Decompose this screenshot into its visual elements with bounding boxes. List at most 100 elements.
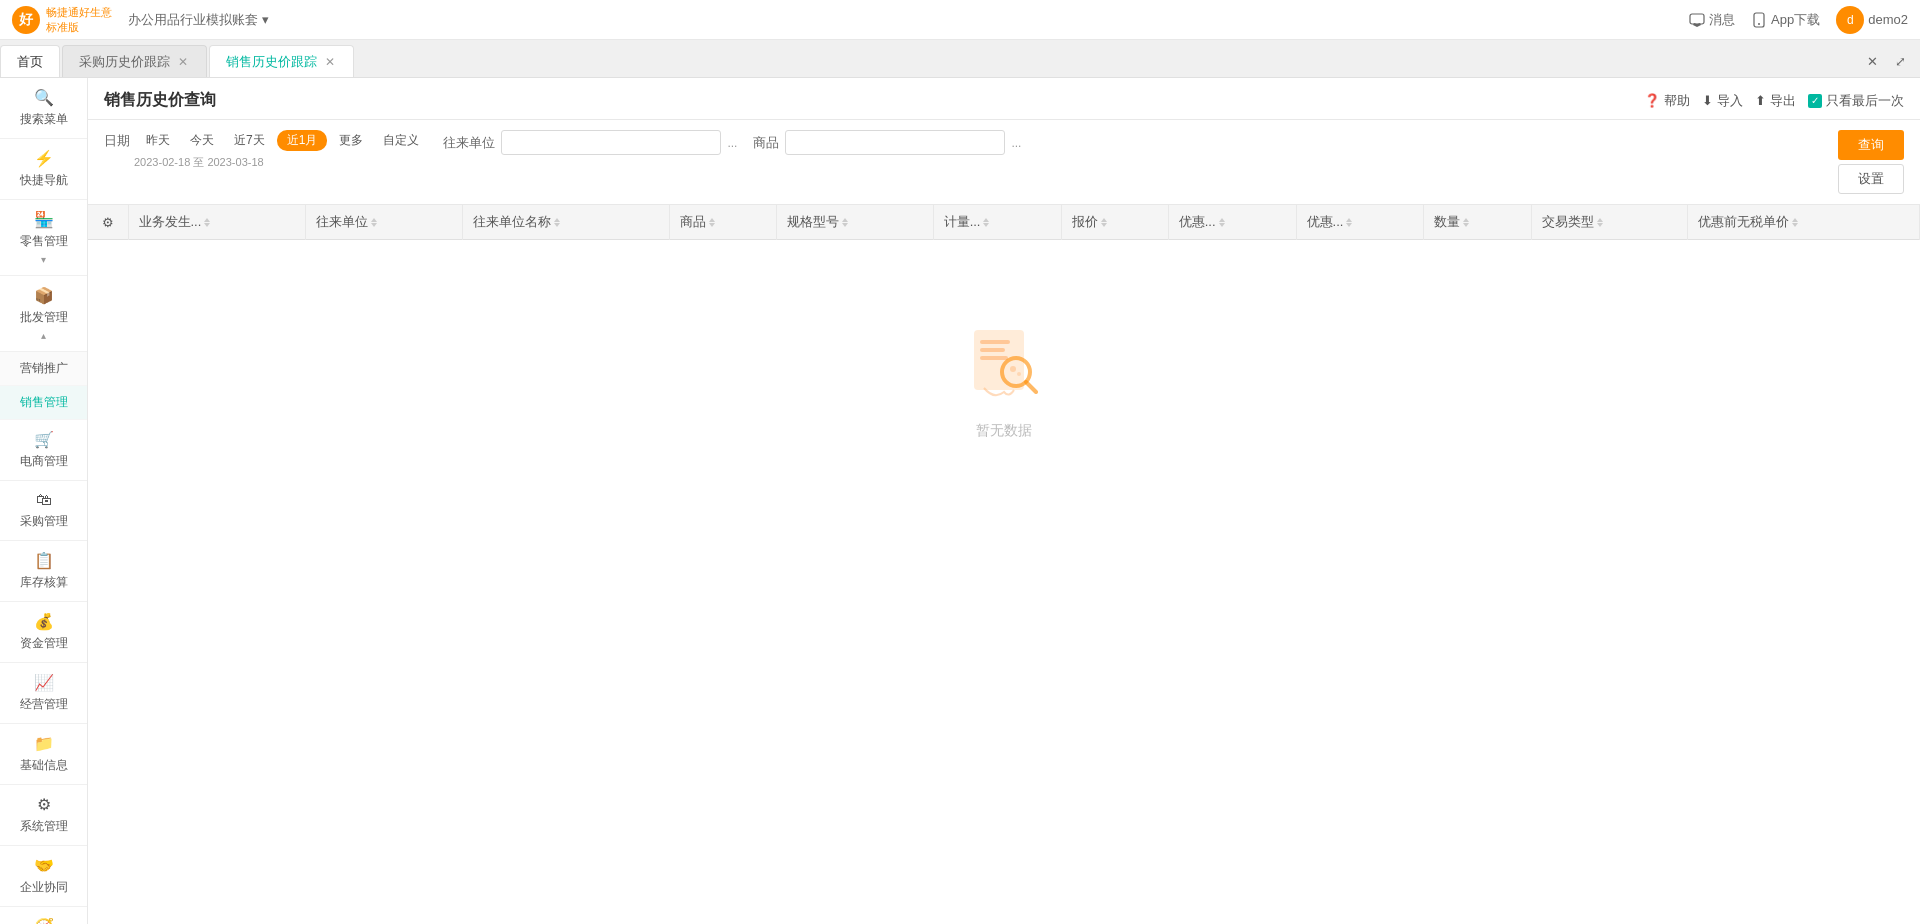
app-download-button[interactable]: App下载 bbox=[1751, 11, 1820, 29]
export-button[interactable]: ⬆ 导出 bbox=[1755, 92, 1796, 110]
date-filter-group: 日期 昨天 今天 近7天 近1月 更多 自定义 2023-02-18 至 202… bbox=[104, 130, 427, 170]
close-purchase-tab-icon[interactable]: ✕ bbox=[176, 55, 190, 69]
sidebar-item-purchase[interactable]: 🛍 采购管理 bbox=[0, 481, 87, 541]
content-area: 销售历史价查询 ❓ 帮助 ⬇ 导入 ⬆ 导出 ✓ 只看最后一次 bbox=[88, 78, 1920, 924]
goods-input[interactable] bbox=[785, 130, 1005, 155]
sidebar-item-retail[interactable]: 🏪 零售管理 ▾ bbox=[0, 200, 87, 276]
search-icon: 🔍 bbox=[34, 88, 54, 107]
import-icon: ⬇ bbox=[1702, 93, 1713, 108]
close-sales-tab-icon[interactable]: ✕ bbox=[323, 55, 337, 69]
date-more-button[interactable]: 更多 bbox=[331, 130, 371, 151]
money-icon: 💰 bbox=[34, 612, 54, 631]
sidebar: 🔍 搜索菜单 ⚡ 快捷导航 🏪 零售管理 ▾ 📦 批发管理 ▴ 营销推广 销售管… bbox=[0, 78, 88, 924]
goods-more-button[interactable]: ... bbox=[1011, 136, 1021, 150]
date-custom-button[interactable]: 自定义 bbox=[375, 130, 427, 151]
sidebar-item-shortcuts[interactable]: ⚡ 快捷导航 bbox=[0, 139, 87, 200]
table-container: ⚙ 业务发生... bbox=[88, 205, 1920, 924]
header-right: 消息 App下载 d demo2 bbox=[1689, 6, 1908, 34]
tab-sales-history[interactable]: 销售历史价跟踪 ✕ bbox=[209, 45, 354, 77]
th-goods[interactable]: 商品 bbox=[669, 205, 776, 240]
tab-bar: 首页 采购历史价跟踪 ✕ 销售历史价跟踪 ✕ ✕ ⤢ bbox=[0, 40, 1920, 78]
page-title: 销售历史价查询 bbox=[104, 90, 216, 111]
customer-more-button[interactable]: ... bbox=[727, 136, 737, 150]
help-button[interactable]: ❓ 帮助 bbox=[1644, 92, 1690, 110]
th-biz-date[interactable]: 业务发生... bbox=[128, 205, 306, 240]
sidebar-item-guide[interactable]: 🧭 新手引导 bbox=[0, 907, 87, 924]
svg-rect-6 bbox=[980, 356, 1008, 360]
sidebar-item-wholesale[interactable]: 📦 批发管理 ▴ bbox=[0, 276, 87, 352]
th-partner-code[interactable]: 往来单位 bbox=[306, 205, 463, 240]
empty-illustration bbox=[954, 320, 1054, 410]
tab-purchase-history[interactable]: 采购历史价跟踪 ✕ bbox=[62, 45, 207, 77]
help-icon: ❓ bbox=[1644, 93, 1660, 108]
query-button[interactable]: 查询 bbox=[1838, 130, 1904, 160]
chevron-down-icon: ▾ bbox=[41, 254, 46, 265]
account-dropdown[interactable]: 办公用品行业模拟账套 ▾ bbox=[120, 11, 277, 29]
store-icon: 🏪 bbox=[34, 210, 54, 229]
logo-area: 好 畅捷通好生意 标准版 bbox=[12, 5, 112, 34]
sidebar-item-marketing[interactable]: 营销推广 bbox=[0, 352, 87, 386]
goods-label: 商品 bbox=[753, 134, 779, 152]
sidebar-item-system[interactable]: ⚙ 系统管理 bbox=[0, 785, 87, 846]
data-table: ⚙ 业务发生... bbox=[88, 205, 1920, 240]
sort-icon bbox=[1792, 218, 1798, 227]
th-discount1[interactable]: 优惠... bbox=[1168, 205, 1296, 240]
customer-label: 往来单位 bbox=[443, 134, 495, 152]
th-quantity[interactable]: 数量 bbox=[1424, 205, 1531, 240]
th-settings[interactable]: ⚙ bbox=[88, 205, 128, 240]
sidebar-item-search[interactable]: 🔍 搜索菜单 bbox=[0, 78, 87, 139]
sort-icon bbox=[204, 218, 210, 227]
cart-icon: 🛒 bbox=[34, 430, 54, 449]
th-trans-type[interactable]: 交易类型 bbox=[1531, 205, 1688, 240]
column-settings-icon[interactable]: ⚙ bbox=[102, 215, 114, 230]
checkbox-checked-icon: ✓ bbox=[1808, 94, 1822, 108]
sidebar-item-ecommerce[interactable]: 🛒 电商管理 bbox=[0, 420, 87, 481]
settings-button[interactable]: 设置 bbox=[1838, 164, 1904, 194]
sort-icon bbox=[983, 218, 989, 227]
filter-area: 日期 昨天 今天 近7天 近1月 更多 自定义 2023-02-18 至 202… bbox=[88, 120, 1920, 205]
only-last-checkbox-label[interactable]: ✓ 只看最后一次 bbox=[1808, 92, 1904, 110]
import-button[interactable]: ⬇ 导入 bbox=[1702, 92, 1743, 110]
svg-point-9 bbox=[1010, 366, 1016, 372]
th-quoted-price[interactable]: 报价 bbox=[1061, 205, 1168, 240]
user-avatar[interactable]: d demo2 bbox=[1836, 6, 1908, 34]
date-quick-buttons: 昨天 今天 近7天 近1月 更多 自定义 bbox=[138, 130, 427, 151]
header-left: 好 畅捷通好生意 标准版 办公用品行业模拟账套 ▾ bbox=[12, 5, 277, 34]
main-layout: 🔍 搜索菜单 ⚡ 快捷导航 🏪 零售管理 ▾ 📦 批发管理 ▴ 营销推广 销售管… bbox=[0, 78, 1920, 924]
sidebar-item-sales-mgmt[interactable]: 销售管理 bbox=[0, 386, 87, 420]
sort-icon bbox=[1597, 218, 1603, 227]
date-1month-button[interactable]: 近1月 bbox=[277, 130, 328, 151]
goods-filter-group: 商品 ... bbox=[753, 130, 1021, 155]
sidebar-item-collaboration[interactable]: 🤝 企业协同 bbox=[0, 846, 87, 907]
chevron-down-icon: ▾ bbox=[262, 12, 269, 27]
tab-home[interactable]: 首页 bbox=[0, 45, 60, 77]
date-filter-row: 日期 昨天 今天 近7天 近1月 更多 自定义 bbox=[104, 130, 427, 151]
date-yesterday-button[interactable]: 昨天 bbox=[138, 130, 178, 151]
sort-icon bbox=[1346, 218, 1352, 227]
th-spec[interactable]: 规格型号 bbox=[776, 205, 933, 240]
sidebar-item-finance[interactable]: 💰 资金管理 bbox=[0, 602, 87, 663]
th-pre-tax-price[interactable]: 优惠前无税单价 bbox=[1688, 205, 1920, 240]
message-button[interactable]: 消息 bbox=[1689, 11, 1735, 29]
date-7days-button[interactable]: 近7天 bbox=[226, 130, 273, 151]
folder-icon: 📁 bbox=[34, 734, 54, 753]
th-discount2[interactable]: 优惠... bbox=[1296, 205, 1424, 240]
sort-icon bbox=[1463, 218, 1469, 227]
th-partner-name[interactable]: 往来单位名称 bbox=[463, 205, 670, 240]
compass-icon: 🧭 bbox=[34, 917, 54, 924]
purchase-icon: 🛍 bbox=[36, 491, 52, 509]
sidebar-item-basic-info[interactable]: 📁 基础信息 bbox=[0, 724, 87, 785]
maximize-button[interactable]: ⤢ bbox=[1888, 49, 1912, 73]
sidebar-item-operations[interactable]: 📈 经营管理 bbox=[0, 663, 87, 724]
sidebar-item-inventory[interactable]: 📋 库存核算 bbox=[0, 541, 87, 602]
svg-point-2 bbox=[1758, 23, 1760, 25]
svg-point-10 bbox=[1017, 372, 1021, 376]
date-today-button[interactable]: 今天 bbox=[182, 130, 222, 151]
close-all-tabs-button[interactable]: ✕ bbox=[1860, 49, 1884, 73]
sort-icon bbox=[1219, 218, 1225, 227]
lightning-icon: ⚡ bbox=[34, 149, 54, 168]
th-unit[interactable]: 计量... bbox=[933, 205, 1061, 240]
top-header: 好 畅捷通好生意 标准版 办公用品行业模拟账套 ▾ 消息 App下载 bbox=[0, 0, 1920, 40]
svg-rect-4 bbox=[980, 340, 1010, 344]
customer-input[interactable] bbox=[501, 130, 721, 155]
